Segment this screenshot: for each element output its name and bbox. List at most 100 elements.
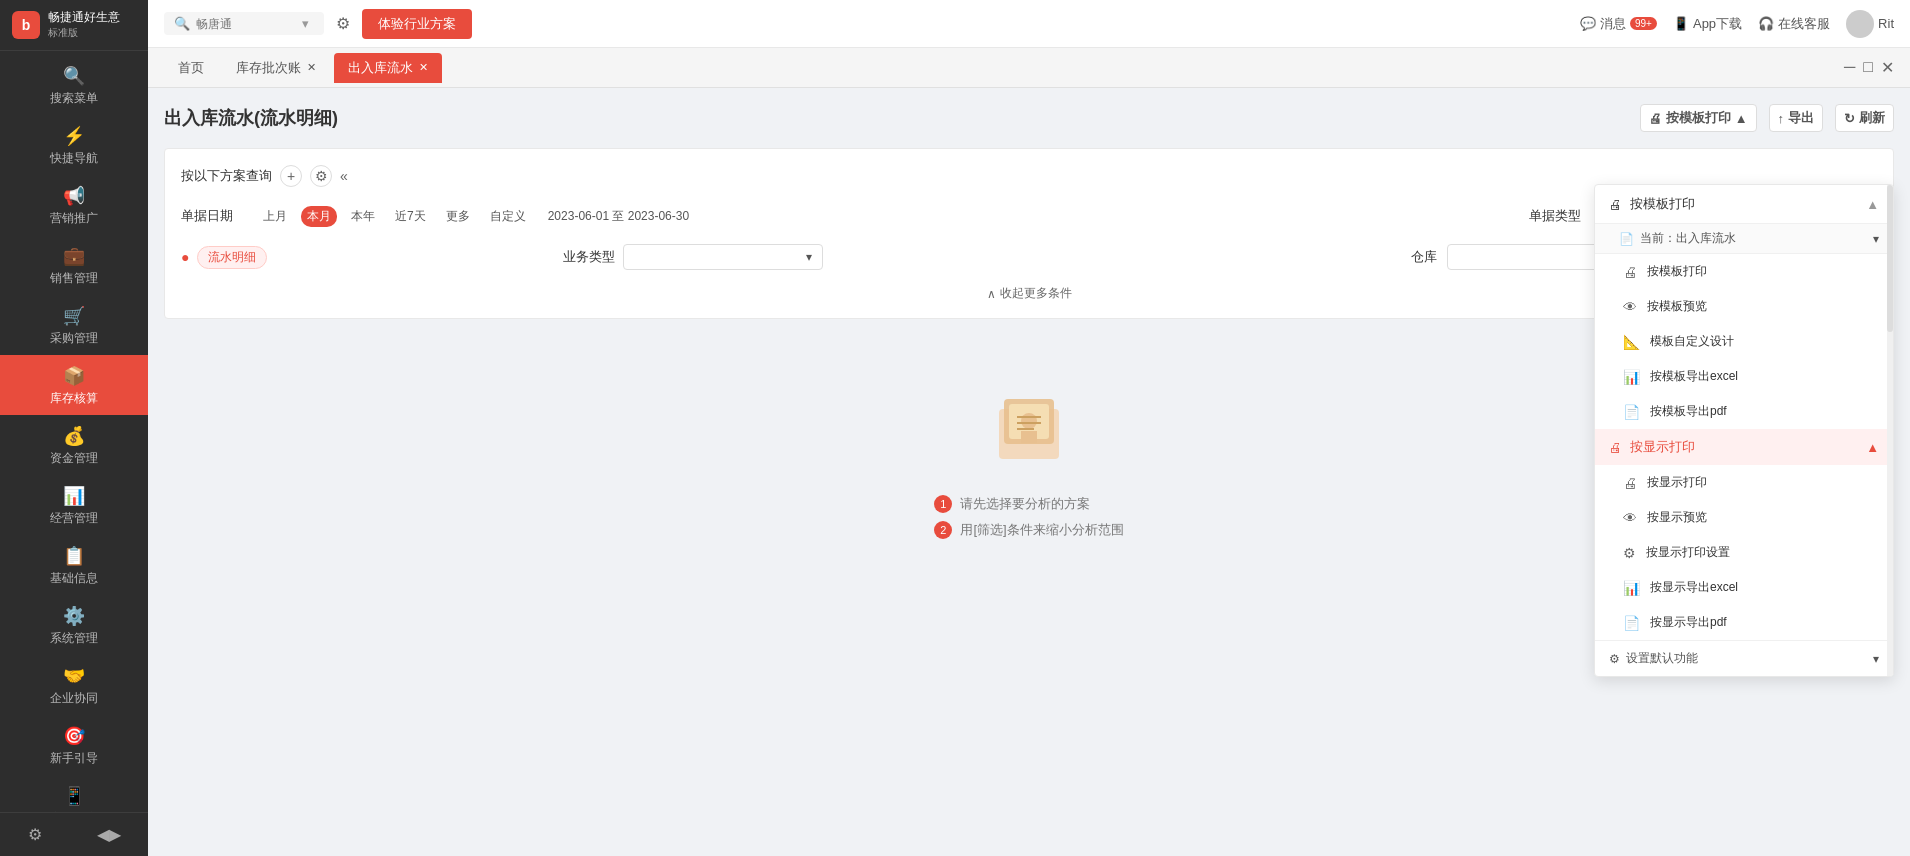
- dropdown-item-display-preview[interactable]: 👁 按显示预览: [1595, 500, 1893, 535]
- collapse-sidebar-btn[interactable]: ◀▶: [97, 825, 121, 844]
- display-section-header[interactable]: 🖨 按显示打印 ▲: [1595, 429, 1893, 465]
- doc-type-label: 单据类型: [1529, 207, 1589, 225]
- topbar-right: 💬 消息 99+ 📱 App下载 🎧 在线客服 Rit: [1580, 10, 1894, 38]
- topbar-search-input[interactable]: [196, 17, 296, 31]
- tab-batch-close[interactable]: ✕: [307, 61, 316, 74]
- date-last-month[interactable]: 上月: [257, 206, 293, 227]
- window-controls: ─ □ ✕: [1844, 58, 1894, 77]
- date-more[interactable]: 更多: [440, 206, 476, 227]
- sidebar-item-collab[interactable]: 🤝 企业协同: [0, 655, 148, 715]
- sales-icon: 💼: [63, 245, 85, 267]
- marketing-icon: 📢: [63, 185, 85, 207]
- sidebar-item-basicinfo[interactable]: 📋 基础信息: [0, 535, 148, 595]
- sidebar-item-system[interactable]: ⚙️ 系统管理: [0, 595, 148, 655]
- date-range-display: 2023-06-01 至 2023-06-30: [548, 208, 689, 225]
- empty-step-1: 1 请先选择要分析的方案: [934, 495, 1123, 513]
- display-pdf-icon: 📄: [1623, 615, 1640, 631]
- sidebar-item-guide[interactable]: 🎯 新手引导: [0, 715, 148, 775]
- excel-item-icon: 📊: [1623, 369, 1640, 385]
- topbar: 🔍 ▾ ⚙ 体验行业方案 💬 消息 99+ 📱 App下载 🎧 在线客服 Rit: [148, 0, 1910, 48]
- sidebar-item-operations[interactable]: 📊 经营管理: [0, 475, 148, 535]
- dropdown-item-template-pdf[interactable]: 📄 按模板导出pdf: [1595, 394, 1893, 429]
- sidebar-logo: b 畅捷通好生意 标准版: [0, 0, 148, 51]
- tab-flowdetail[interactable]: 出入库流水 ✕: [334, 53, 442, 83]
- sidebar-item-marketing[interactable]: 📢 营销推广: [0, 175, 148, 235]
- sidebar: b 畅捷通好生意 标准版 🔍 搜索菜单 ⚡ 快捷导航 📢 营销推广 💼 销售管理…: [0, 0, 148, 856]
- dropdown-header: 🖨 按模板打印 ▲: [1595, 185, 1893, 224]
- dropdown-item-template-preview[interactable]: 👁 按模板预览: [1595, 289, 1893, 324]
- date-this-year[interactable]: 本年: [345, 206, 381, 227]
- maximize-icon[interactable]: □: [1863, 58, 1873, 77]
- page-title-row: 出入库流水(流水明细) 🖨 按模板打印 ▲ ↑ 导出 ↻ 刷新: [164, 104, 1894, 132]
- display-excel-icon: 📊: [1623, 580, 1640, 596]
- dropdown-item-display-settings[interactable]: ⚙ 按显示打印设置: [1595, 535, 1893, 570]
- sidebar-item-search[interactable]: 🔍 搜索菜单: [0, 55, 148, 115]
- dropdown-scrollbar[interactable]: [1887, 185, 1893, 676]
- empty-state-icon: [979, 379, 1079, 479]
- export-button[interactable]: ↑ 导出: [1769, 104, 1824, 132]
- sidebar-item-appcenter[interactable]: 📱 应用中心: [0, 775, 148, 812]
- page-content: 出入库流水(流水明细) 🖨 按模板打印 ▲ ↑ 导出 ↻ 刷新: [148, 88, 1910, 856]
- chevron-up-icon: ∧: [987, 287, 996, 301]
- date-filter-label: 单据日期: [181, 207, 241, 225]
- tab-flowdetail-close[interactable]: ✕: [419, 61, 428, 74]
- guide-icon: 🎯: [63, 725, 85, 747]
- biz-type-select[interactable]: ▾: [623, 244, 823, 270]
- finance-icon: 💰: [63, 425, 85, 447]
- refresh-icon: ↻: [1844, 111, 1855, 126]
- tab-home[interactable]: 首页: [164, 53, 218, 83]
- printer-item-icon: 🖨: [1623, 264, 1637, 280]
- online-service-btn[interactable]: 🎧 在线客服: [1758, 15, 1830, 33]
- main-area: 🔍 ▾ ⚙ 体验行业方案 💬 消息 99+ 📱 App下载 🎧 在线客服 Rit: [148, 0, 1910, 856]
- minimize-icon[interactable]: ─: [1844, 58, 1855, 77]
- tab-batch[interactable]: 库存批次账 ✕: [222, 53, 330, 83]
- topbar-gear-icon[interactable]: ⚙: [336, 14, 350, 33]
- date-this-month[interactable]: 本月: [301, 206, 337, 227]
- dropdown-close-chevron[interactable]: ▲: [1866, 197, 1879, 212]
- refresh-button[interactable]: ↻ 刷新: [1835, 104, 1894, 132]
- dropdown-item-display-pdf[interactable]: 📄 按显示导出pdf: [1595, 605, 1893, 640]
- dropdown-item-template-design[interactable]: 📐 模板自定义设计: [1595, 324, 1893, 359]
- topbar-search-box[interactable]: 🔍 ▾: [164, 12, 324, 35]
- user-profile-btn[interactable]: Rit: [1846, 10, 1894, 38]
- user-avatar: [1846, 10, 1874, 38]
- print-dropdown-panel: 🖨 按模板打印 ▲ 📄 当前：出入库流水 ▾ 🖨 按模板打印 👁 按模板预览: [1594, 184, 1894, 677]
- filter-add-btn[interactable]: +: [280, 165, 302, 187]
- sidebar-item-inventory[interactable]: 📦 库存核算: [0, 355, 148, 415]
- filter-tag-icon-red: ●: [181, 249, 189, 265]
- appcenter-icon: 📱: [63, 785, 85, 807]
- date-last-7[interactable]: 近7天: [389, 206, 432, 227]
- current-indicator-icon: 📄: [1619, 232, 1634, 246]
- sidebar-item-purchase[interactable]: 🛒 采购管理: [0, 295, 148, 355]
- dropdown-printer-icon: 🖨: [1609, 197, 1622, 212]
- sidebar-item-sales[interactable]: 💼 销售管理: [0, 235, 148, 295]
- filter-setting-icon-btn[interactable]: ⚙: [310, 165, 332, 187]
- filter-tag-flow[interactable]: 流水明细: [197, 246, 267, 269]
- date-custom[interactable]: 自定义: [484, 206, 532, 227]
- printer-icon: 🖨: [1649, 111, 1662, 126]
- topbar-search-dropdown-icon[interactable]: ▾: [302, 16, 309, 31]
- svg-point-3: [1021, 413, 1037, 429]
- collapse-more-btn[interactable]: ∧ 收起更多条件: [987, 285, 1072, 302]
- basicinfo-icon: 📋: [63, 545, 85, 567]
- settings-bottom-btn[interactable]: ⚙: [28, 825, 42, 844]
- date-shortcuts: 上月 本月 本年 近7天 更多 自定义: [257, 206, 532, 227]
- industry-solution-button[interactable]: 体验行业方案: [362, 9, 472, 39]
- export-icon: ↑: [1778, 111, 1785, 126]
- dropdown-item-template-excel[interactable]: 📊 按模板导出excel: [1595, 359, 1893, 394]
- dropdown-item-template-print[interactable]: 🖨 按模板打印: [1595, 254, 1893, 289]
- message-btn[interactable]: 💬 消息 99+: [1580, 15, 1657, 33]
- close-window-icon[interactable]: ✕: [1881, 58, 1894, 77]
- dropdown-footer[interactable]: ⚙ 设置默认功能 ▾: [1595, 640, 1893, 676]
- empty-step-2: 2 用[筛选]条件来缩小分析范围: [934, 521, 1123, 539]
- dropdown-item-display-print[interactable]: 🖨 按显示打印: [1595, 465, 1893, 500]
- sidebar-item-finance[interactable]: 💰 资金管理: [0, 415, 148, 475]
- headset-icon: 🎧: [1758, 16, 1774, 31]
- sidebar-item-quicknav[interactable]: ⚡ 快捷导航: [0, 115, 148, 175]
- filter-collapse-btn[interactable]: «: [340, 168, 348, 184]
- message-badge: 99+: [1630, 17, 1657, 30]
- system-icon: ⚙️: [63, 605, 85, 627]
- app-download-btn[interactable]: 📱 App下载: [1673, 15, 1742, 33]
- print-template-button[interactable]: 🖨 按模板打印 ▲: [1640, 104, 1757, 132]
- dropdown-item-display-excel[interactable]: 📊 按显示导出excel: [1595, 570, 1893, 605]
